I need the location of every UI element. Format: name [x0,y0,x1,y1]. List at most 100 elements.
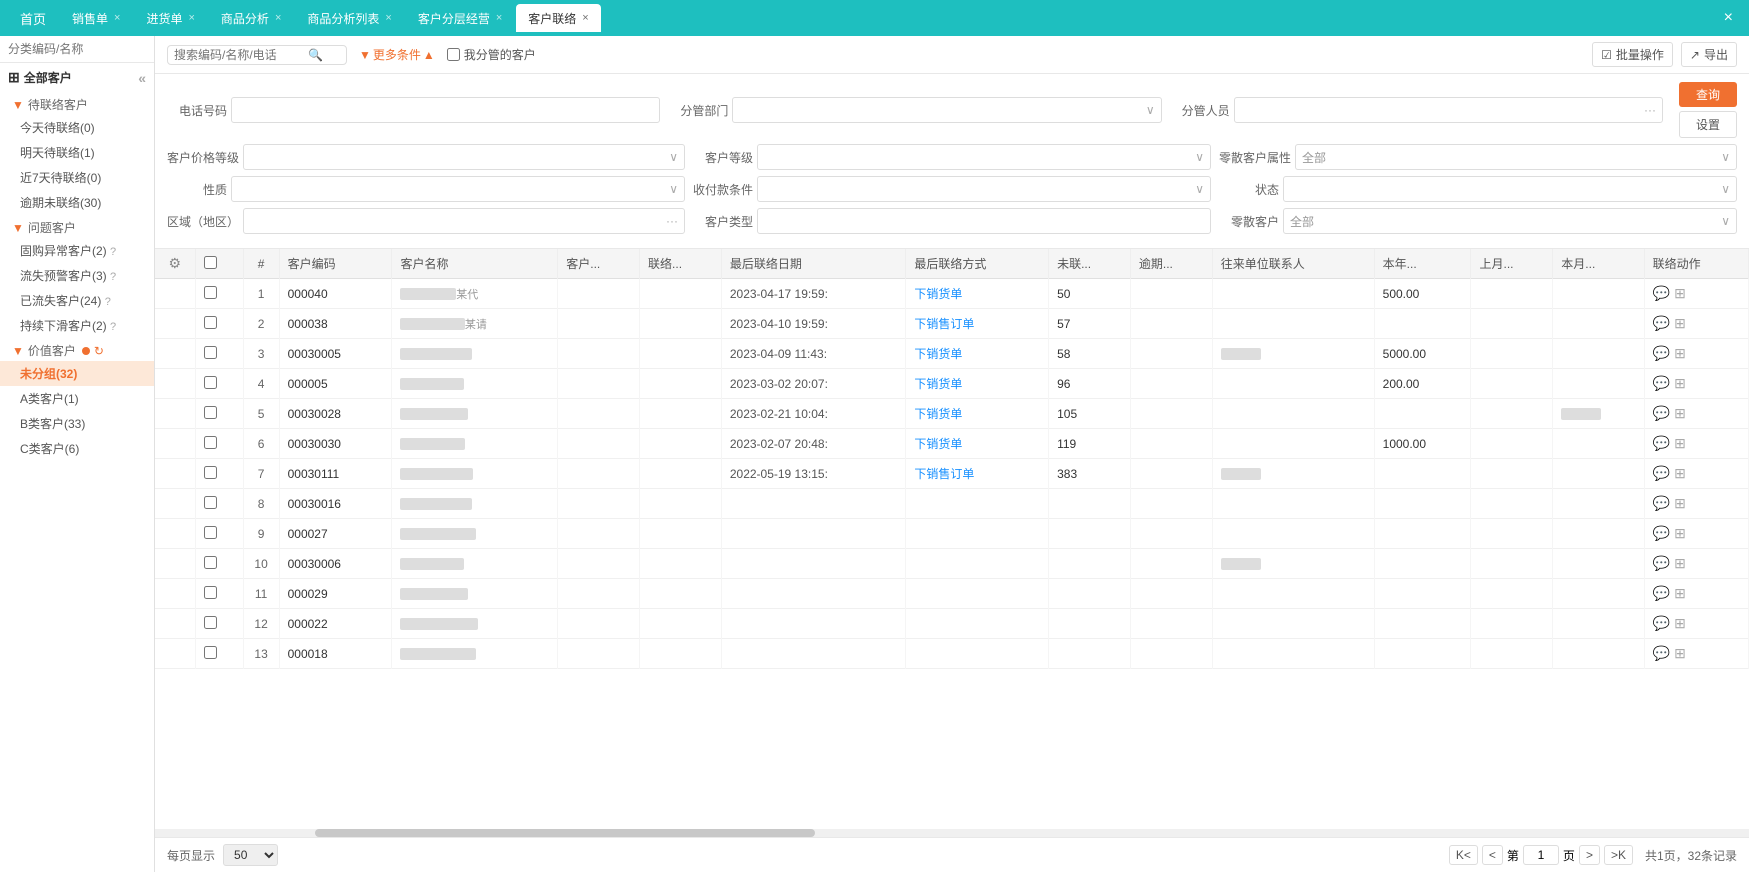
row-grid-icon-2[interactable]: ⊞ [1674,345,1686,362]
filter-nature-select[interactable]: ∨ [231,176,685,202]
row-checkbox-1[interactable] [204,316,217,329]
row-chat-icon-2[interactable]: 💬 [1653,345,1670,362]
row-checkbox-4[interactable] [204,406,217,419]
row-chat-icon-11[interactable]: 💬 [1653,615,1670,632]
filter-retail-customer-select[interactable]: 全部 ∨ [1283,208,1737,234]
row-checkbox-10[interactable] [204,586,217,599]
filter-customer-type-select[interactable] [757,208,1211,234]
row-checkbox-11[interactable] [204,616,217,629]
batch-action-btn[interactable]: ☑ 批量操作 [1592,42,1673,67]
sidebar-item-declining[interactable]: 持续下滑客户(2) ? [0,313,154,338]
filter-payment-select[interactable]: ∨ [757,176,1211,202]
close-tab-purchase[interactable]: × [188,12,194,24]
row-grid-icon-5[interactable]: ⊞ [1674,435,1686,452]
row-grid-icon-12[interactable]: ⊞ [1674,645,1686,662]
tab-customer-contact[interactable]: 客户联络 × [516,4,600,32]
sidebar-item-lost[interactable]: 已流失客户(24) ? [0,288,154,313]
col-company-contact-header[interactable]: 往来单位联系人 [1212,249,1374,279]
col-category-header[interactable]: 客户... [558,249,640,279]
row-grid-icon-11[interactable]: ⊞ [1674,615,1686,632]
export-btn[interactable]: ↗ 导出 [1681,42,1737,67]
filter-customer-level-select[interactable]: ∨ [757,144,1211,170]
row-checkbox-3[interactable] [204,376,217,389]
col-name-header[interactable]: 客户名称 [392,249,558,279]
row-grid-icon-9[interactable]: ⊞ [1674,555,1686,572]
row-grid-icon-1[interactable]: ⊞ [1674,315,1686,332]
col-settings[interactable]: ⚙ [155,249,195,279]
tab-purchase[interactable]: 进货单 × [134,4,206,32]
sidebar-all-customers[interactable]: ⊞ 全部客户 « [0,63,154,92]
reset-button[interactable]: 设置 [1679,111,1737,138]
my-customers-check[interactable] [447,48,460,61]
close-tab-analysis[interactable]: × [275,12,281,24]
scrollbar-thumb[interactable] [315,829,815,837]
filter-status-select[interactable]: ∨ [1283,176,1737,202]
close-tab-customer-segment[interactable]: × [496,12,502,24]
col-last-month-header[interactable]: 上月... [1471,249,1553,279]
row-chat-icon-1[interactable]: 💬 [1653,315,1670,332]
page-number-input[interactable] [1523,845,1559,865]
row-grid-icon-3[interactable]: ⊞ [1674,375,1686,392]
sidebar-item-lost-warning[interactable]: 流失预警客户(3) ? [0,263,154,288]
row-checkbox-0[interactable] [204,286,217,299]
row-chat-icon-5[interactable]: 💬 [1653,435,1670,452]
tab-analysis[interactable]: 商品分析 × [209,4,293,32]
filter-price-select[interactable]: ∨ [243,144,685,170]
row-checkbox-2[interactable] [204,346,217,359]
tab-analysis-list[interactable]: 商品分析列表 × [295,4,403,32]
row-checkbox-7[interactable] [204,496,217,509]
close-tab-customer-contact[interactable]: × [582,12,588,24]
more-conditions-btn[interactable]: ▼ 更多条件 ▲ [359,46,435,63]
value-group-refresh[interactable]: ↻ [94,344,104,358]
sidebar-item-tomorrow[interactable]: 明天待联络(1) [0,140,154,165]
col-last-date-header[interactable]: 最后联络日期 [721,249,906,279]
row-chat-icon-9[interactable]: 💬 [1653,555,1670,572]
page-last-btn[interactable]: >K [1604,845,1633,865]
sidebar-item-group-b[interactable]: B类客户(33) [0,411,154,436]
table-settings-gear[interactable]: ⚙ [168,255,181,271]
page-prev-btn[interactable]: < [1482,845,1503,865]
window-close-button[interactable]: × [1716,9,1741,27]
row-chat-icon-8[interactable]: 💬 [1653,525,1670,542]
col-overdue-header[interactable]: 逾期... [1130,249,1212,279]
sidebar-item-today[interactable]: 今天待联络(0) [0,115,154,140]
row-checkbox-8[interactable] [204,526,217,539]
row-chat-icon-3[interactable]: 💬 [1653,375,1670,392]
page-first-btn[interactable]: K< [1449,845,1478,865]
filter-retail-attr-select[interactable]: 全部 ∨ [1295,144,1737,170]
col-this-month-header[interactable]: 本月... [1553,249,1644,279]
nav-home[interactable]: 首页 [8,9,58,28]
select-all-checkbox[interactable] [204,256,217,269]
sidebar-item-group-c[interactable]: C类客户(6) [0,436,154,461]
row-grid-icon-10[interactable]: ⊞ [1674,585,1686,602]
row-grid-icon-8[interactable]: ⊞ [1674,525,1686,542]
page-size-select[interactable]: 50 20 100 [223,844,278,866]
row-chat-icon-4[interactable]: 💬 [1653,405,1670,422]
page-next-btn[interactable]: > [1579,845,1600,865]
filter-region-select[interactable]: ··· [243,208,685,234]
horizontal-scrollbar[interactable] [155,829,1749,837]
row-checkbox-12[interactable] [204,646,217,659]
row-chat-icon-7[interactable]: 💬 [1653,495,1670,512]
row-chat-icon-12[interactable]: 💬 [1653,645,1670,662]
sidebar-collapse-btn[interactable]: « [138,70,146,86]
main-search-input[interactable] [174,48,304,62]
close-tab-sales[interactable]: × [114,12,120,24]
tab-customer-segment[interactable]: 客户分层经营 × [406,4,514,32]
my-customers-checkbox[interactable]: 我分管的客户 [447,46,536,63]
row-grid-icon-6[interactable]: ⊞ [1674,465,1686,482]
sidebar-item-unclassified[interactable]: 未分组(32) [0,361,154,386]
row-chat-icon-10[interactable]: 💬 [1653,585,1670,602]
sidebar-group-pending[interactable]: ▼ 待联络客户 [0,92,154,115]
sidebar-search-input[interactable] [8,42,155,56]
sidebar-item-abnormal[interactable]: 固购异常客户(2) ? [0,238,154,263]
row-grid-icon-7[interactable]: ⊞ [1674,495,1686,512]
filter-dept-select[interactable]: ∨ [732,97,1161,123]
row-chat-icon-0[interactable]: 💬 [1653,285,1670,302]
col-last-method-header[interactable]: 最后联络方式 [906,249,1049,279]
main-search-icon[interactable]: 🔍 [308,48,323,62]
col-contact-header[interactable]: 联络... [640,249,722,279]
row-grid-icon-0[interactable]: ⊞ [1674,285,1686,302]
row-chat-icon-6[interactable]: 💬 [1653,465,1670,482]
filter-person-select[interactable]: ··· [1234,97,1663,123]
